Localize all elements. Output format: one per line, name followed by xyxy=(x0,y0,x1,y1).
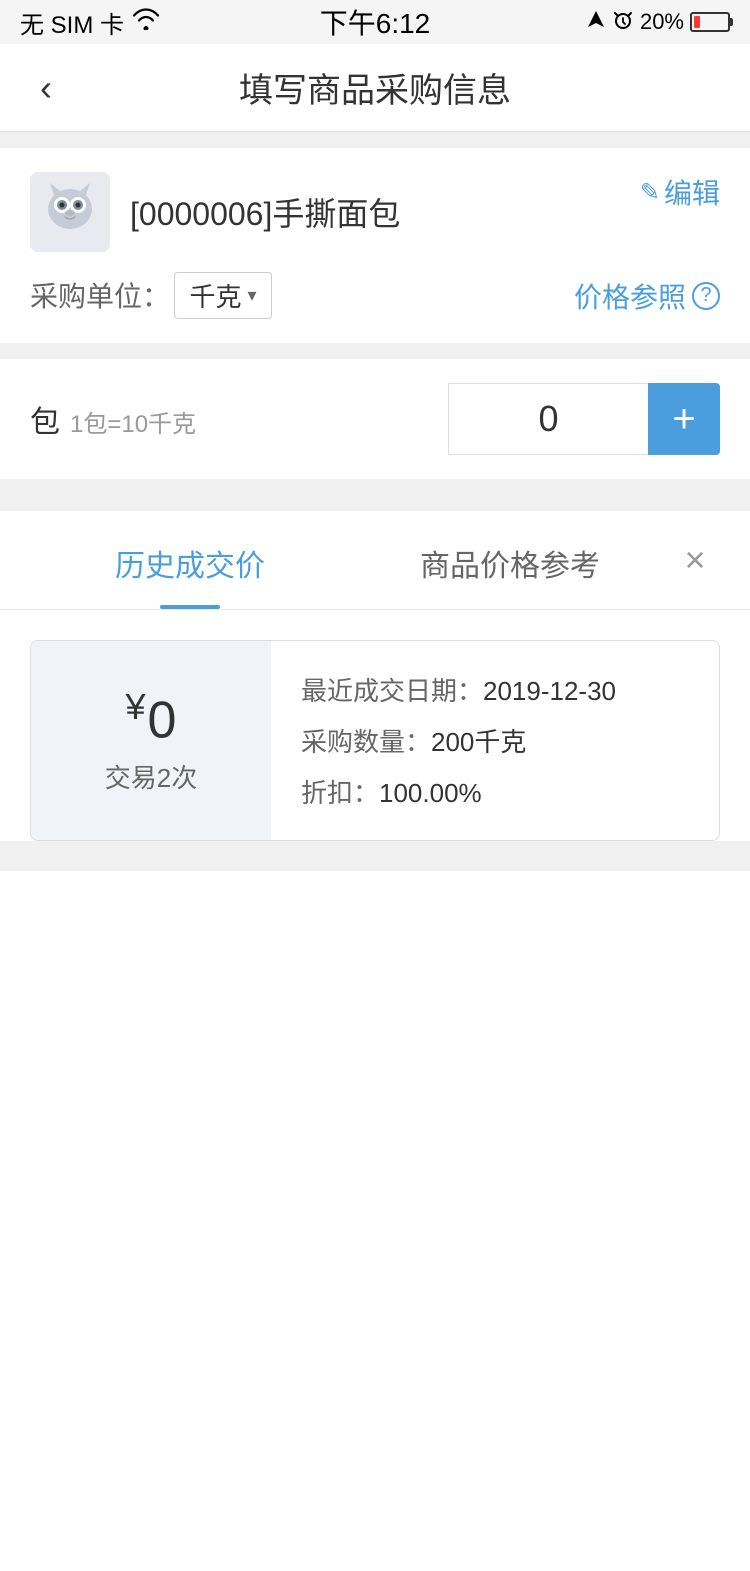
tab-header: 历史成交价 商品价格参考 × xyxy=(0,511,750,610)
battery-icon xyxy=(690,12,730,32)
purchase-qty-row: 采购数量：200千克 xyxy=(301,722,689,759)
divider2 xyxy=(0,479,750,495)
battery-percent: 20% xyxy=(640,9,684,35)
product-thumbnail xyxy=(30,172,110,252)
product-name: [0000006]手撕面包 xyxy=(130,189,400,235)
back-button[interactable]: ‹ xyxy=(30,57,62,119)
tab-panel: 历史成交价 商品价格参考 × ¥0 交易2次 最近成交日期：2019-12-30… xyxy=(0,511,750,841)
quantity-conversion: 1包=10千克 xyxy=(70,404,196,439)
signal-text: 无 SIM 卡 xyxy=(20,5,124,40)
nav-bar: ‹ 填写商品采购信息 xyxy=(0,44,750,132)
quantity-input-group: 0 + xyxy=(448,383,720,455)
discount-row: 折扣：100.00% xyxy=(301,773,689,810)
unit-label: 采购单位： xyxy=(30,281,170,312)
quantity-label-group: 包 1包=10千克 xyxy=(30,397,196,441)
status-left: 无 SIM 卡 xyxy=(20,5,160,40)
wifi-icon xyxy=(132,8,160,37)
product-left: [0000006]手撕面包 xyxy=(30,172,400,252)
product-logo xyxy=(40,177,100,247)
price-left-panel: ¥0 交易2次 xyxy=(31,641,271,840)
price-card: ¥0 交易2次 最近成交日期：2019-12-30 采购数量：200千克 折扣：… xyxy=(30,640,720,841)
unit-select[interactable]: 千克 ▾ xyxy=(174,272,271,319)
status-time: 下午6:12 xyxy=(320,2,431,42)
help-icon: ? xyxy=(692,282,720,310)
product-card: [0000006]手撕面包 ✎ 编辑 采购单位： 千克 ▾ 价格参照 ? xyxy=(0,148,750,343)
currency-symbol: ¥ xyxy=(126,686,146,727)
tab-history-price[interactable]: 历史成交价 xyxy=(30,511,350,609)
price-right-panel: 最近成交日期：2019-12-30 采购数量：200千克 折扣：100.00% xyxy=(271,641,719,840)
price-ref-button[interactable]: 价格参照 ? xyxy=(574,276,720,316)
price-amount: ¥0 xyxy=(126,686,177,750)
product-unit-row: 采购单位： 千克 ▾ 价格参照 ? xyxy=(30,272,720,319)
status-right: 20% xyxy=(586,8,730,36)
recent-date-row: 最近成交日期：2019-12-30 xyxy=(301,671,689,708)
quantity-input[interactable]: 0 xyxy=(448,383,648,455)
divider xyxy=(0,343,750,359)
page-title: 填写商品采购信息 xyxy=(239,63,511,112)
quantity-row: 包 1包=10千克 0 + xyxy=(0,359,750,479)
gps-icon xyxy=(586,9,606,35)
product-header: [0000006]手撕面包 ✎ 编辑 xyxy=(30,172,720,252)
chevron-down-icon: ▾ xyxy=(247,285,256,306)
unit-label-group: 采购单位： 千克 ▾ xyxy=(30,272,272,319)
quantity-plus-button[interactable]: + xyxy=(648,383,720,455)
tab-price-reference[interactable]: 商品价格参考 xyxy=(350,511,670,609)
trade-count: 交易2次 xyxy=(105,758,197,795)
tab-close-button[interactable]: × xyxy=(670,535,720,585)
alarm-icon xyxy=(612,8,634,36)
quantity-unit: 包 xyxy=(30,397,60,441)
status-bar: 无 SIM 卡 下午6:12 20% xyxy=(0,0,750,44)
main-content xyxy=(0,871,750,1571)
edit-button[interactable]: ✎ 编辑 xyxy=(640,172,720,212)
edit-icon: ✎ xyxy=(640,178,660,207)
